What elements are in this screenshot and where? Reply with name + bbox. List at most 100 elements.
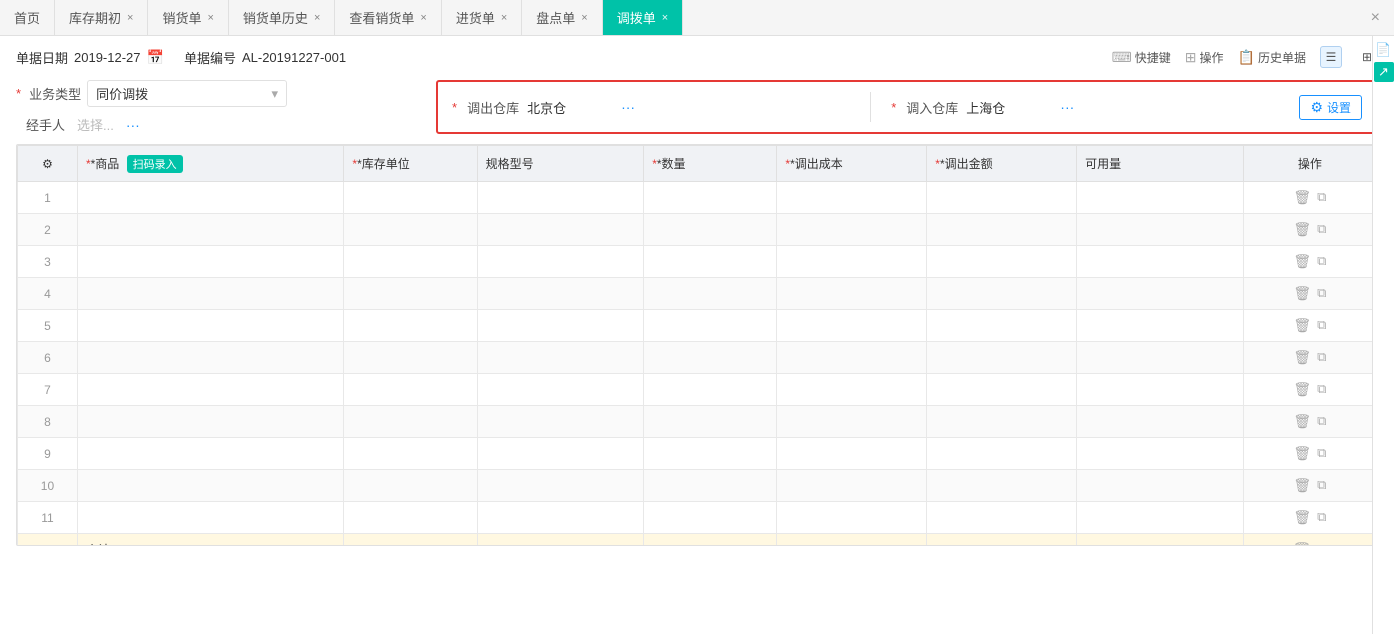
delete-row-icon[interactable]: 🗑 [1293, 413, 1311, 430]
sidebar-expand-icon[interactable]: ↗ [1374, 62, 1394, 82]
cell-spec[interactable] [477, 374, 644, 406]
cell-spec[interactable] [477, 342, 644, 374]
cell-available[interactable] [1077, 502, 1244, 534]
delete-row-icon[interactable]: 🗑 [1293, 253, 1311, 270]
cell-spec[interactable] [477, 502, 644, 534]
cell-amount[interactable] [927, 374, 1077, 406]
cell-cost[interactable] [777, 246, 927, 278]
cell-spec[interactable] [477, 214, 644, 246]
cell-available[interactable] [1077, 278, 1244, 310]
cell-available[interactable] [1077, 310, 1244, 342]
close-all-tabs[interactable]: × [1365, 9, 1386, 27]
copy-row-icon[interactable]: ⧉ [1317, 477, 1326, 494]
tab-sales-history-close[interactable]: × [314, 12, 320, 24]
cell-product[interactable] [77, 438, 343, 470]
in-warehouse-more-icon[interactable]: ··· [1060, 99, 1074, 115]
cell-amount[interactable] [927, 310, 1077, 342]
copy-row-icon[interactable]: ⧉ [1317, 509, 1326, 526]
cell-unit[interactable] [344, 214, 477, 246]
cell-qty[interactable] [644, 342, 777, 374]
cell-product[interactable] [77, 246, 343, 278]
view-list-button[interactable]: ☰ [1320, 46, 1342, 68]
cell-amount[interactable] [927, 342, 1077, 374]
cell-available[interactable] [1077, 214, 1244, 246]
delete-row-icon[interactable]: 🗑 [1293, 477, 1311, 494]
cell-available[interactable] [1077, 182, 1244, 214]
copy-row-icon[interactable]: ⧉ [1317, 445, 1326, 462]
tab-purchase-order-close[interactable]: × [501, 12, 507, 24]
cell-cost[interactable] [777, 470, 927, 502]
cell-spec[interactable] [477, 310, 644, 342]
cell-unit[interactable] [344, 182, 477, 214]
tab-inventory-count-close[interactable]: × [581, 12, 587, 24]
cell-qty[interactable] [644, 310, 777, 342]
cell-amount[interactable] [927, 502, 1077, 534]
cell-available[interactable] [1077, 470, 1244, 502]
delete-row-icon[interactable]: 🗑 [1293, 349, 1311, 366]
cell-qty[interactable] [644, 374, 777, 406]
subtotal-copy-icon[interactable]: ⧉ [1317, 541, 1327, 545]
cell-amount[interactable] [927, 182, 1077, 214]
cell-cost[interactable] [777, 182, 927, 214]
copy-row-icon[interactable]: ⧉ [1317, 381, 1326, 398]
tab-sales-history[interactable]: 销货单历史 × [229, 0, 335, 35]
cell-unit[interactable] [344, 342, 477, 374]
copy-row-icon[interactable]: ⧉ [1317, 221, 1326, 238]
cell-amount[interactable] [927, 246, 1077, 278]
cell-unit[interactable] [344, 246, 477, 278]
delete-row-icon[interactable]: 🗑 [1293, 317, 1311, 334]
shortcuts-button[interactable]: ⌨ 快捷键 [1112, 49, 1171, 66]
cell-available[interactable] [1077, 374, 1244, 406]
copy-row-icon[interactable]: ⧉ [1317, 317, 1326, 334]
delete-row-icon[interactable]: 🗑 [1293, 381, 1311, 398]
cell-unit[interactable] [344, 406, 477, 438]
cell-product[interactable] [77, 502, 343, 534]
cell-available[interactable] [1077, 438, 1244, 470]
delete-row-icon[interactable]: 🗑 [1293, 221, 1311, 238]
cell-cost[interactable] [777, 214, 927, 246]
copy-row-icon[interactable]: ⧉ [1317, 349, 1326, 366]
subtotal-delete-icon[interactable]: 🗑 [1293, 541, 1311, 545]
table-scroll-area[interactable]: ⚙ **商品 扫码录入 **库存单位 规格型号 [17, 145, 1377, 545]
cell-product[interactable] [77, 342, 343, 374]
tab-inventory-init[interactable]: 库存期初 × [55, 0, 148, 35]
delete-row-icon[interactable]: 🗑 [1293, 189, 1311, 206]
tab-sales-order[interactable]: 销货单 × [148, 0, 228, 35]
cell-product[interactable] [77, 310, 343, 342]
delete-row-icon[interactable]: 🗑 [1293, 445, 1311, 462]
tab-home[interactable]: 首页 [0, 0, 55, 35]
cell-unit[interactable] [344, 502, 477, 534]
cell-qty[interactable] [644, 438, 777, 470]
cell-cost[interactable] [777, 406, 927, 438]
scan-input-button[interactable]: 扫码录入 [127, 155, 183, 173]
cell-cost[interactable] [777, 438, 927, 470]
cell-qty[interactable] [644, 214, 777, 246]
cell-product[interactable] [77, 214, 343, 246]
cell-qty[interactable] [644, 502, 777, 534]
cell-unit[interactable] [344, 310, 477, 342]
cell-product[interactable] [77, 278, 343, 310]
cell-spec[interactable] [477, 406, 644, 438]
cell-spec[interactable] [477, 438, 644, 470]
cell-cost[interactable] [777, 310, 927, 342]
cell-cost[interactable] [777, 278, 927, 310]
settings-button[interactable]: ⚙ 设置 [1299, 95, 1362, 120]
tab-sales-order-close[interactable]: × [207, 12, 213, 24]
cell-unit[interactable] [344, 278, 477, 310]
cell-qty[interactable] [644, 182, 777, 214]
cell-cost[interactable] [777, 502, 927, 534]
cell-spec[interactable] [477, 470, 644, 502]
handler-more-icon[interactable]: ··· [126, 117, 140, 133]
cell-spec[interactable] [477, 182, 644, 214]
tab-transfer-order-close[interactable]: × [662, 12, 668, 24]
tab-view-sales[interactable]: 查看销货单 × [335, 0, 441, 35]
cell-unit[interactable] [344, 438, 477, 470]
column-settings-icon[interactable]: ⚙ [42, 157, 53, 171]
delete-row-icon[interactable]: 🗑 [1293, 285, 1311, 302]
cell-available[interactable] [1077, 342, 1244, 374]
copy-row-icon[interactable]: ⧉ [1317, 189, 1326, 206]
cell-amount[interactable] [927, 214, 1077, 246]
cell-spec[interactable] [477, 278, 644, 310]
history-button[interactable]: 📋 历史单据 [1238, 49, 1306, 66]
cell-product[interactable] [77, 470, 343, 502]
